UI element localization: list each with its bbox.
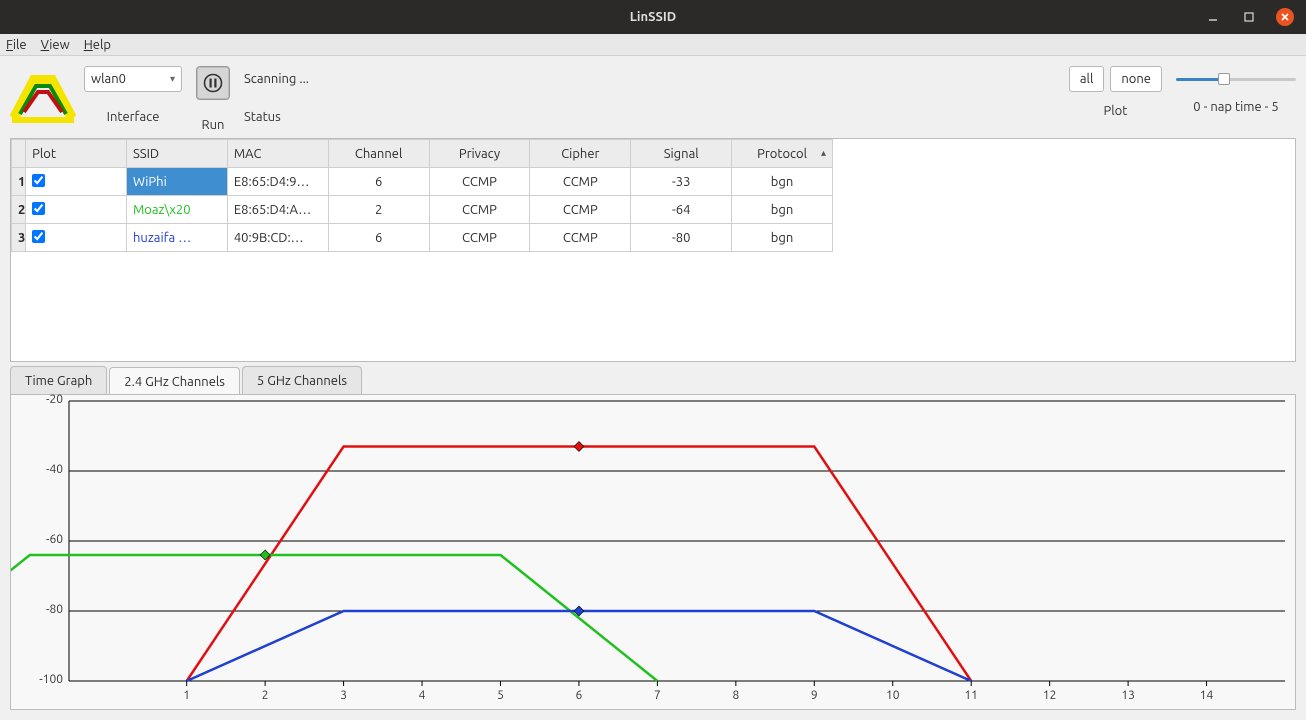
row-ssid: Moaz\x20	[126, 196, 227, 224]
row-mac: E8:65:D4:9…	[227, 168, 328, 196]
interface-label: Interface	[107, 110, 160, 124]
x-tick-label: 9	[802, 689, 826, 702]
table-row[interactable]: 1WiPhiE8:65:D4:9…6CCMPCCMP-33bgn	[12, 168, 833, 196]
chart-marker	[574, 442, 584, 452]
row-index: 2	[12, 196, 26, 224]
plot-checkbox[interactable]	[32, 174, 45, 187]
row-channel: 2	[328, 196, 429, 224]
row-protocol: bgn	[732, 168, 833, 196]
y-tick-label: -20	[23, 393, 63, 406]
status-text: Scanning ...	[244, 66, 309, 92]
row-mac: 40:9B:CD:…	[227, 224, 328, 252]
menu-help[interactable]: Help	[84, 38, 111, 52]
row-cipher: CCMP	[530, 224, 631, 252]
menu-view[interactable]: View	[41, 38, 70, 52]
row-signal: -80	[631, 224, 732, 252]
x-tick-label: 11	[959, 689, 983, 702]
window-title: LinSSID	[630, 10, 677, 24]
chevron-down-icon: ▾	[170, 73, 175, 85]
row-mac: E8:65:D4:A…	[227, 196, 328, 224]
row-channel: 6	[328, 168, 429, 196]
table-row[interactable]: 3huzaifa …40:9B:CD:…6CCMPCCMP-80bgn	[12, 224, 833, 252]
col-channel-header[interactable]: Channel	[328, 140, 429, 168]
chart-series	[187, 611, 972, 681]
run-pause-button[interactable]	[196, 66, 230, 100]
menubar: File View Help	[0, 34, 1306, 56]
col-ssid-header[interactable]: SSID	[126, 140, 227, 168]
row-cipher: CCMP	[530, 196, 631, 224]
maximize-button[interactable]	[1240, 8, 1258, 26]
row-index: 1	[12, 168, 26, 196]
pause-icon	[203, 73, 223, 93]
row-signal: -33	[631, 168, 732, 196]
x-tick-label: 12	[1038, 689, 1062, 702]
row-plot-checkbox-cell	[26, 196, 127, 224]
col-privacy-header[interactable]: Privacy	[429, 140, 530, 168]
interface-select[interactable]: wlan0 ▾	[84, 66, 182, 92]
run-label: Run	[202, 118, 225, 132]
row-ssid: WiPhi	[126, 168, 227, 196]
y-tick-label: -100	[23, 673, 63, 686]
row-plot-checkbox-cell	[26, 224, 127, 252]
plot-tabs: Time Graph 2.4 GHz Channels 5 GHz Channe…	[10, 366, 1296, 710]
tab-time-graph[interactable]: Time Graph	[10, 366, 107, 394]
row-cipher: CCMP	[530, 168, 631, 196]
row-channel: 6	[328, 224, 429, 252]
chart-series	[187, 447, 972, 682]
toolbar: wlan0 ▾ Interface Run Scanning ... Statu…	[0, 56, 1306, 138]
networks-table: Plot SSID MAC Channel Privacy Cipher Sig…	[10, 138, 1296, 362]
plot-all-button[interactable]: all	[1069, 66, 1105, 92]
app-logo-icon	[10, 66, 76, 124]
x-tick-label: 13	[1116, 689, 1140, 702]
y-tick-label: -80	[23, 603, 63, 616]
row-ssid: huzaifa …	[126, 224, 227, 252]
row-protocol: bgn	[732, 224, 833, 252]
col-protocol-header[interactable]: Protocol	[732, 140, 833, 168]
row-plot-checkbox-cell	[26, 168, 127, 196]
minimize-button[interactable]	[1204, 8, 1222, 26]
status-label: Status	[244, 110, 281, 124]
x-tick-label: 6	[567, 689, 591, 702]
row-privacy: CCMP	[429, 224, 530, 252]
menu-file[interactable]: File	[6, 38, 27, 52]
row-protocol: bgn	[732, 196, 833, 224]
table-row[interactable]: 2Moaz\x20E8:65:D4:A…2CCMPCCMP-64bgn	[12, 196, 833, 224]
nap-time-slider[interactable]	[1176, 70, 1296, 88]
x-tick-label: 4	[410, 689, 434, 702]
x-tick-label: 14	[1195, 689, 1219, 702]
x-tick-label: 10	[881, 689, 905, 702]
plot-label: Plot	[1103, 104, 1127, 118]
x-tick-label: 7	[645, 689, 669, 702]
x-tick-label: 1	[175, 689, 199, 702]
tab-24ghz[interactable]: 2.4 GHz Channels	[109, 367, 240, 395]
col-index-header[interactable]	[12, 140, 26, 168]
y-tick-label: -60	[23, 533, 63, 546]
close-button[interactable]	[1276, 8, 1294, 26]
x-tick-label: 8	[724, 689, 748, 702]
tab-5ghz[interactable]: 5 GHz Channels	[242, 366, 362, 394]
row-privacy: CCMP	[429, 168, 530, 196]
col-signal-header[interactable]: Signal	[631, 140, 732, 168]
chart-area: -20-40-60-80-1001234567891011121314	[10, 394, 1296, 710]
x-tick-label: 2	[253, 689, 277, 702]
interface-value: wlan0	[91, 72, 126, 86]
y-tick-label: -40	[23, 463, 63, 476]
row-index: 3	[12, 224, 26, 252]
x-tick-label: 3	[332, 689, 356, 702]
col-cipher-header[interactable]: Cipher	[530, 140, 631, 168]
x-tick-label: 5	[488, 689, 512, 702]
row-privacy: CCMP	[429, 196, 530, 224]
nap-time-label: 0 - nap time - 5	[1193, 100, 1278, 114]
plot-checkbox[interactable]	[32, 202, 45, 215]
plot-checkbox[interactable]	[32, 230, 45, 243]
col-mac-header[interactable]: MAC	[227, 140, 328, 168]
titlebar: LinSSID	[0, 0, 1306, 34]
plot-none-button[interactable]: none	[1110, 66, 1162, 92]
chart-series	[11, 555, 657, 681]
row-signal: -64	[631, 196, 732, 224]
col-plot-header[interactable]: Plot	[26, 140, 127, 168]
